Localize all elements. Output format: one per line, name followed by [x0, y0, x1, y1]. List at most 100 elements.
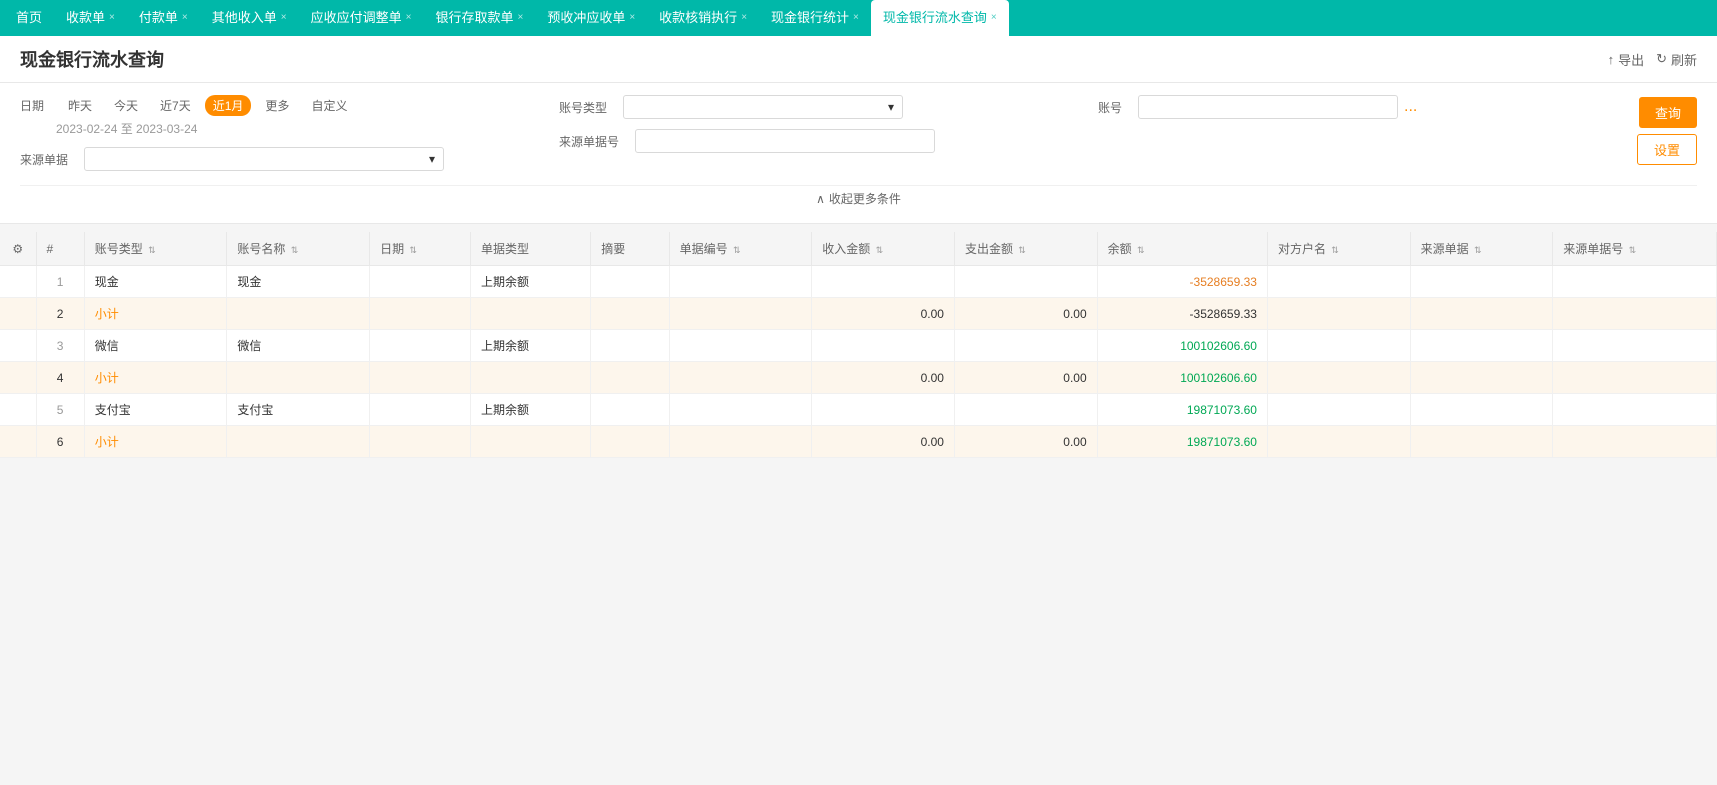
row-source-doc — [1410, 362, 1553, 394]
date-custom[interactable]: 自定义 — [303, 95, 355, 116]
filter-area: 日期 昨天 今天 近7天 近1月 更多 自定义 2023-02-24 至 202… — [0, 83, 1717, 224]
close-icon[interactable]: × — [517, 0, 523, 36]
collapse-conditions[interactable]: ∧ 收起更多条件 — [20, 185, 1697, 211]
row-account-type: 小计 — [84, 298, 227, 330]
row-summary — [591, 362, 669, 394]
row-counterpart — [1267, 362, 1410, 394]
row-account-type: 微信 — [84, 330, 227, 362]
column-counterpart[interactable]: 对方户名 ⇅ — [1267, 232, 1410, 266]
close-icon[interactable]: × — [281, 0, 287, 36]
row-counterpart — [1267, 298, 1410, 330]
date-7days[interactable]: 近7天 — [152, 95, 199, 116]
nav-tab-yingshouyingfu[interactable]: 应收应付调整单 × — [299, 0, 424, 36]
nav-tab-shoukuanhexiao[interactable]: 收款核销执行 × — [647, 0, 759, 36]
refresh-icon: ↻ — [1656, 51, 1667, 67]
data-table-container: ⚙ # 账号类型 ⇅ 账号名称 ⇅ 日期 ⇅ 单据类型 摘要 单据编号 ⇅ 收入… — [0, 232, 1717, 458]
row-account-type: 现金 — [84, 266, 227, 298]
nav-tab-yushouying[interactable]: 预收冲应收单 × — [535, 0, 647, 36]
table-row: 6 小计 0.00 0.00 19871073.60 — [0, 426, 1717, 458]
row-doc-no — [669, 330, 812, 362]
row-date — [370, 266, 471, 298]
column-account-type[interactable]: 账号类型 ⇅ — [84, 232, 227, 266]
close-icon[interactable]: × — [182, 0, 188, 36]
dropdown-icon: ▾ — [429, 152, 435, 166]
row-account-name: 微信 — [227, 330, 370, 362]
row-expense: 0.00 — [954, 362, 1097, 394]
date-1month[interactable]: 近1月 — [205, 95, 252, 116]
column-date[interactable]: 日期 ⇅ — [370, 232, 471, 266]
close-icon[interactable]: × — [406, 0, 412, 36]
row-income — [812, 330, 955, 362]
column-summary: 摘要 — [591, 232, 669, 266]
column-doc-no[interactable]: 单据编号 ⇅ — [669, 232, 812, 266]
settings-button[interactable]: 设置 — [1637, 134, 1697, 165]
column-balance[interactable]: 余额 ⇅ — [1097, 232, 1267, 266]
row-counterpart — [1267, 266, 1410, 298]
header-actions: ↑ 导出 ↻ 刷新 — [1608, 50, 1697, 69]
row-income — [812, 394, 955, 426]
close-icon[interactable]: × — [853, 0, 859, 36]
row-date — [370, 362, 471, 394]
account-type-row: 账号类型 ▾ — [559, 95, 1078, 119]
row-doc-type: 上期余额 — [470, 330, 590, 362]
close-icon[interactable]: × — [991, 0, 997, 36]
row-doc-type — [470, 298, 590, 330]
date-more[interactable]: 更多 — [257, 95, 297, 116]
row-doc-type: 上期余额 — [470, 394, 590, 426]
nav-tab-shoukuandan[interactable]: 收款单 × — [54, 0, 127, 36]
nav-tab-fukuandan[interactable]: 付款单 × — [127, 0, 200, 36]
row-doc-type — [470, 362, 590, 394]
row-account-name: 支付宝 — [227, 394, 370, 426]
row-balance: 19871073.60 — [1097, 394, 1267, 426]
date-label: 日期 — [20, 97, 44, 114]
query-button[interactable]: 查询 — [1639, 97, 1697, 128]
row-doc-type — [470, 426, 590, 458]
row-source-doc — [1410, 298, 1553, 330]
account-type-select[interactable]: ▾ — [623, 95, 903, 119]
row-expense — [954, 394, 1097, 426]
row-balance: -3528659.33 — [1097, 266, 1267, 298]
row-expense — [954, 330, 1097, 362]
nav-tab-yinhangcunqu[interactable]: 银行存取款单 × — [423, 0, 535, 36]
page-title: 现金银行流水查询 — [20, 46, 164, 72]
column-account-name[interactable]: 账号名称 ⇅ — [227, 232, 370, 266]
table-row: 5 支付宝 支付宝 上期余额 19871073.60 — [0, 394, 1717, 426]
column-expense[interactable]: 支出金额 ⇅ — [954, 232, 1097, 266]
nav-tab-xianjintongjit[interactable]: 现金银行统计 × — [759, 0, 871, 36]
export-button[interactable]: ↑ 导出 — [1608, 50, 1645, 69]
date-yesterday[interactable]: 昨天 — [60, 95, 100, 116]
nav-tab-qitashouru[interactable]: 其他收入单 × — [200, 0, 299, 36]
row-summary — [591, 266, 669, 298]
row-doc-no — [669, 298, 812, 330]
column-source-doc-no[interactable]: 来源单据号 ⇅ — [1553, 232, 1717, 266]
column-gear[interactable]: ⚙ — [0, 232, 36, 266]
row-balance: 100102606.60 — [1097, 330, 1267, 362]
row-doc-no — [669, 266, 812, 298]
row-gear — [0, 298, 36, 330]
row-gear — [0, 362, 36, 394]
account-no-ellipsis[interactable]: ... — [1404, 98, 1417, 116]
close-icon[interactable]: × — [109, 0, 115, 36]
row-balance: 100102606.60 — [1097, 362, 1267, 394]
collapse-icon: ∧ — [816, 192, 825, 206]
row-doc-no — [669, 362, 812, 394]
row-gear — [0, 266, 36, 298]
row-source-doc-no — [1553, 394, 1717, 426]
refresh-button[interactable]: ↻ 刷新 — [1656, 50, 1697, 69]
date-today[interactable]: 今天 — [106, 95, 146, 116]
nav-home[interactable]: 首页 — [4, 0, 54, 36]
close-icon[interactable]: × — [629, 0, 635, 36]
source-doc-no-input[interactable] — [635, 129, 935, 153]
account-no-input[interactable] — [1138, 95, 1398, 119]
row-source-doc-no — [1553, 266, 1717, 298]
row-num: 2 — [36, 298, 84, 330]
source-doc-row: 来源单据 ▾ — [20, 147, 539, 171]
nav-tab-liushuichaxun[interactable]: 现金银行流水查询 × — [871, 0, 1009, 36]
column-source-doc[interactable]: 来源单据 ⇅ — [1410, 232, 1553, 266]
source-doc-select[interactable]: ▾ — [84, 147, 444, 171]
row-counterpart — [1267, 426, 1410, 458]
close-icon[interactable]: × — [741, 0, 747, 36]
column-income[interactable]: 收入金额 ⇅ — [812, 232, 955, 266]
table-row: 3 微信 微信 上期余额 100102606.60 — [0, 330, 1717, 362]
row-num: 4 — [36, 362, 84, 394]
